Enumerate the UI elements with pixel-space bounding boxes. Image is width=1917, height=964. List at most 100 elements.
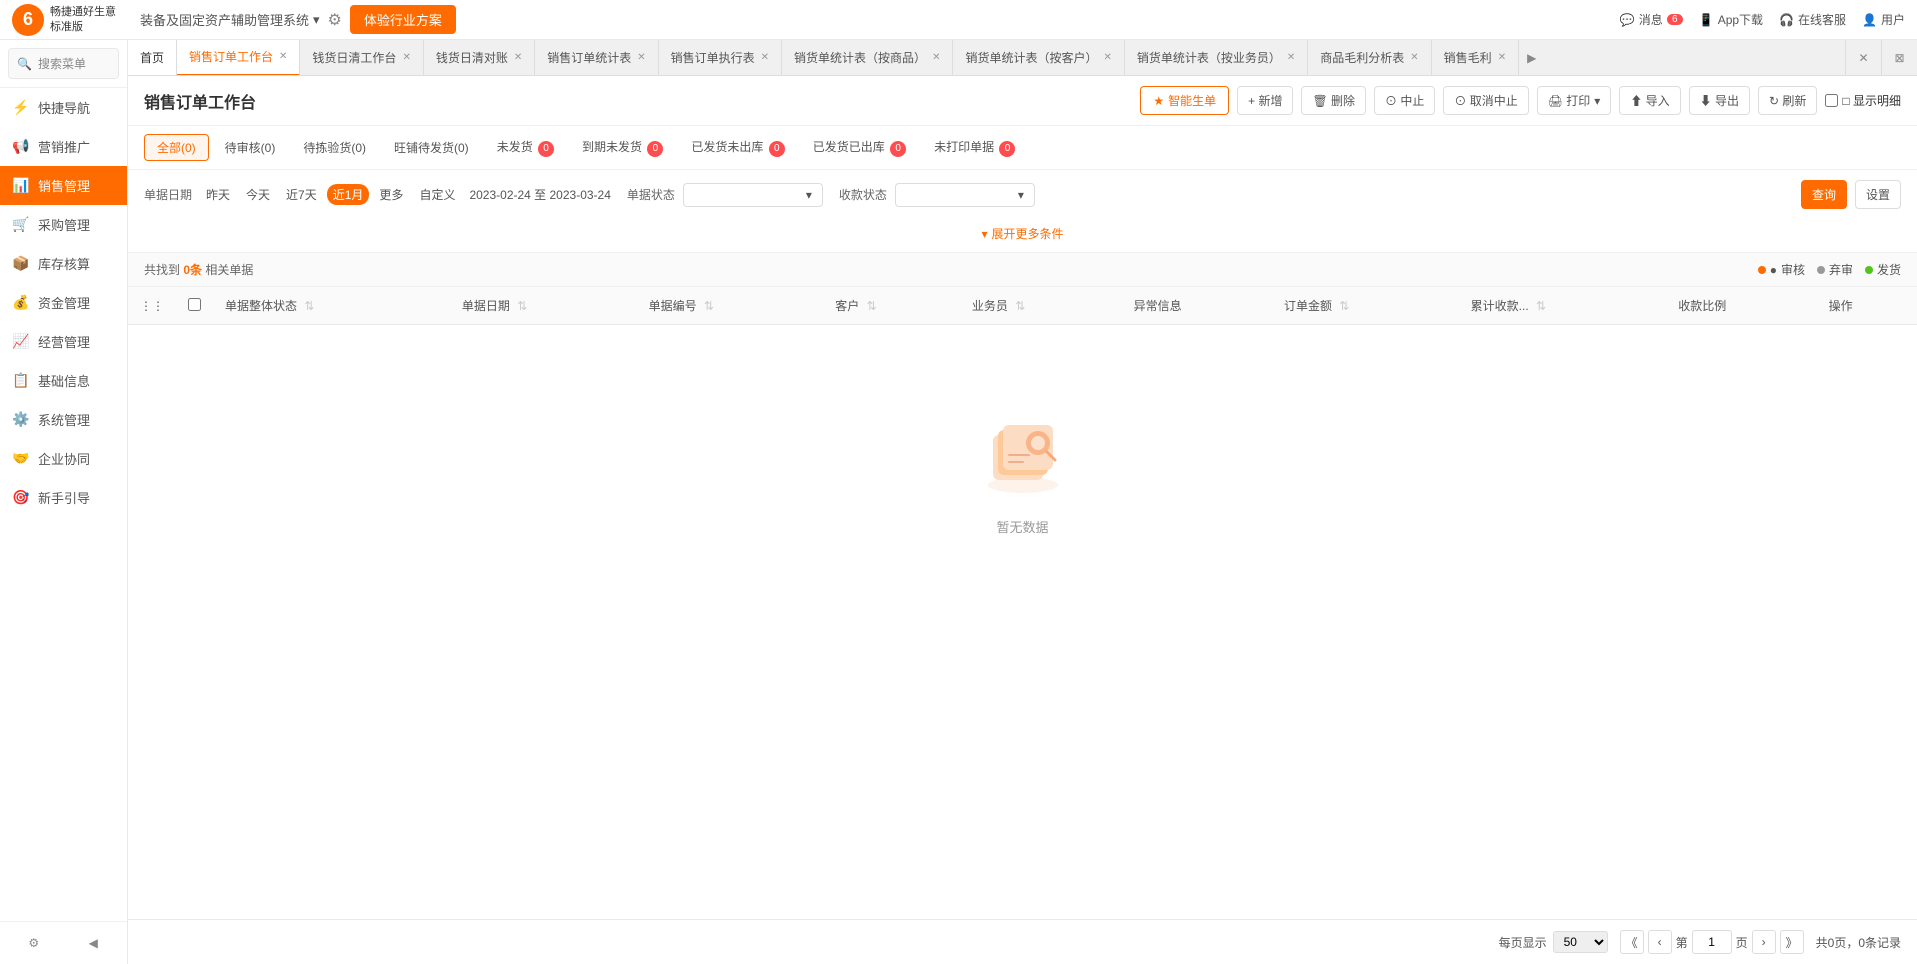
filter-tab-not-printed[interactable]: 未打印单据 0 xyxy=(922,134,1027,161)
date-today[interactable]: 今天 xyxy=(240,184,276,205)
sidebar-item-newbie[interactable]: 🎯 新手引导 xyxy=(0,478,127,517)
date-7days[interactable]: 近7天 xyxy=(280,184,323,205)
status-select[interactable]: ▾ xyxy=(683,183,823,207)
marketing-icon: 📢 xyxy=(12,138,30,155)
print-btn[interactable]: 🖨 打印 ▾ xyxy=(1537,86,1612,115)
system-title[interactable]: 装备及固定资产辅助管理系统 ▾ xyxy=(140,10,320,29)
date-1month[interactable]: 近1月 xyxy=(327,184,370,205)
cancel-action[interactable]: 弃审 xyxy=(1817,261,1853,278)
tab-sales-exec[interactable]: 销售订单执行表 ✕ xyxy=(659,40,782,76)
tab-close-sales-order[interactable]: ✕ xyxy=(279,51,287,62)
sort-collected-icon[interactable]: ⇅ xyxy=(1536,299,1546,313)
tab-close-daily-clear[interactable]: ✕ xyxy=(402,52,410,63)
add-btn[interactable]: + 新增 xyxy=(1237,86,1293,115)
sort-date-icon[interactable]: ⇅ xyxy=(517,299,527,313)
tab-more-btn[interactable]: ▶ xyxy=(1519,51,1544,65)
page-last-btn[interactable]: 》 xyxy=(1780,930,1804,954)
tab-sales-margin[interactable]: 销售毛利 ✕ xyxy=(1432,40,1519,76)
message-icon: 💬 xyxy=(1620,13,1635,27)
sort-salesperson-icon[interactable]: ⇅ xyxy=(1015,299,1025,313)
sidebar-item-basic-info[interactable]: 📋 基础信息 xyxy=(0,361,127,400)
delete-btn[interactable]: 🗑 删除 xyxy=(1301,86,1366,115)
filter-tab-pending-check[interactable]: 待拣验货(0) xyxy=(291,135,378,160)
sidebar-gear-icon: ⚙ xyxy=(28,936,39,950)
search-menu-btn[interactable]: 🔍 搜索菜单 xyxy=(8,48,119,79)
filter-tab-not-shipped[interactable]: 未发货 0 xyxy=(485,134,566,161)
import-btn[interactable]: ⬆ 导入 xyxy=(1619,86,1680,115)
page-input[interactable] xyxy=(1692,930,1732,954)
tab-action-close-current[interactable]: ✕ xyxy=(1845,40,1881,76)
tab-by-product[interactable]: 销货单统计表（按商品） ✕ xyxy=(782,40,953,76)
app-download-btn[interactable]: 📱 App下载 xyxy=(1699,11,1763,28)
th-checkbox[interactable] xyxy=(176,287,213,325)
smart-gen-btn[interactable]: ★ 智能生单 xyxy=(1140,86,1229,115)
page-next-btn[interactable]: › xyxy=(1752,930,1776,954)
sidebar-item-sales[interactable]: 📊 销售管理 xyxy=(0,166,127,205)
sort-number-icon[interactable]: ⇅ xyxy=(704,299,714,313)
sidebar-collapse-btn[interactable]: ◀ xyxy=(68,930,120,956)
page-first-btn[interactable]: 《 xyxy=(1620,930,1644,954)
sidebar-item-quick-nav[interactable]: ⚡ 快捷导航 xyxy=(0,88,127,127)
tab-sales-order[interactable]: 销售订单工作台 ✕ xyxy=(177,40,300,76)
refresh-btn[interactable]: ↻ 刷新 xyxy=(1758,86,1817,115)
sort-status-icon[interactable]: ⇅ xyxy=(304,299,314,313)
page-prev-btn[interactable]: ‹ xyxy=(1648,930,1672,954)
tab-close-by-salesperson[interactable]: ✕ xyxy=(1287,52,1295,63)
export-btn[interactable]: ⬇ 导出 xyxy=(1689,86,1750,115)
filter-settings-btn[interactable]: 设置 xyxy=(1855,180,1901,209)
sidebar-item-purchase[interactable]: 🛒 采购管理 xyxy=(0,205,127,244)
date-more[interactable]: 更多 xyxy=(373,184,409,205)
per-page-select[interactable]: 10 20 50 100 xyxy=(1553,931,1608,953)
industry-btn[interactable]: 体验行业方案 xyxy=(350,5,456,34)
date-custom[interactable]: 自定义 xyxy=(413,184,461,205)
query-btn[interactable]: 查询 xyxy=(1801,180,1847,209)
tab-close-margin[interactable]: ✕ xyxy=(1410,52,1418,63)
tab-action-close-all[interactable]: ⊠ xyxy=(1881,40,1917,76)
sort-amount-icon[interactable]: ⇅ xyxy=(1339,299,1349,313)
date-yesterday[interactable]: 昨天 xyxy=(200,184,236,205)
online-service-btn[interactable]: 🎧 在线客服 xyxy=(1779,11,1846,28)
sidebar-item-finance[interactable]: 💰 资金管理 xyxy=(0,283,127,322)
filter-tab-expired[interactable]: 到期未发货 0 xyxy=(570,134,675,161)
sidebar-item-system[interactable]: ⚙️ 系统管理 xyxy=(0,400,127,439)
sidebar-item-enterprise[interactable]: 🤝 企业协同 xyxy=(0,439,127,478)
empty-text: 暂无数据 xyxy=(996,517,1048,536)
tab-margin[interactable]: 商品毛利分析表 ✕ xyxy=(1308,40,1431,76)
tab-close-stats[interactable]: ✕ xyxy=(637,52,645,63)
ship-action[interactable]: 发货 xyxy=(1865,261,1901,278)
payment-select[interactable]: ▾ xyxy=(895,183,1035,207)
tab-home[interactable]: 首页 xyxy=(128,40,177,76)
tab-sales-stats[interactable]: 销售订单统计表 ✕ xyxy=(535,40,658,76)
stop-btn[interactable]: ⊙ 中止 xyxy=(1374,86,1435,115)
tab-by-salesperson[interactable]: 销货单统计表（按业务员） ✕ xyxy=(1125,40,1308,76)
sidebar-item-marketing[interactable]: 📢 营销推广 xyxy=(0,127,127,166)
filter-tab-pending[interactable]: 待审核(0) xyxy=(213,135,288,160)
tab-by-customer[interactable]: 销货单统计表（按客户） ✕ xyxy=(953,40,1124,76)
tab-close-sales-margin[interactable]: ✕ xyxy=(1498,52,1506,63)
tab-close-by-product[interactable]: ✕ xyxy=(932,52,940,63)
filter-tab-wangpu[interactable]: 旺铺待发货(0) xyxy=(382,135,481,160)
th-ratio: 收款比例 xyxy=(1666,287,1816,325)
tab-close-exec[interactable]: ✕ xyxy=(761,52,769,63)
user-icon: 👤 xyxy=(1862,13,1877,27)
sidebar-settings-btn[interactable]: ⚙ xyxy=(8,930,60,956)
filter-tab-all[interactable]: 全部(0) xyxy=(144,134,209,161)
empty-state-icon xyxy=(973,405,1073,505)
sidebar-item-operations[interactable]: 📈 经营管理 xyxy=(0,322,127,361)
filter-tab-shipped-out[interactable]: 已发货已出库 0 xyxy=(801,134,918,161)
filter-tab-shipped-not-out[interactable]: 已发货未出库 0 xyxy=(679,134,796,161)
tab-close-reconcile[interactable]: ✕ xyxy=(514,52,522,63)
sort-customer-icon[interactable]: ⇅ xyxy=(867,299,877,313)
settings-icon[interactable]: ⚙ xyxy=(328,10,342,30)
tab-daily-clear[interactable]: 钱货日清工作台 ✕ xyxy=(300,40,423,76)
user-btn[interactable]: 👤 用户 xyxy=(1862,11,1905,28)
cancel-stop-btn[interactable]: ⊙ 取消中止 xyxy=(1443,86,1528,115)
message-btn[interactable]: 💬 消息 6 xyxy=(1620,11,1683,28)
show-detail-checkbox[interactable] xyxy=(1825,94,1838,107)
tab-reconcile[interactable]: 钱货日清对账 ✕ xyxy=(424,40,535,76)
sidebar-item-inventory[interactable]: 📦 库存核算 xyxy=(0,244,127,283)
expand-conditions-btn[interactable]: ▾ 展开更多条件 xyxy=(981,225,1063,242)
tab-close-by-customer[interactable]: ✕ xyxy=(1103,52,1111,63)
review-action[interactable]: ● 审核 xyxy=(1758,261,1805,278)
select-all-checkbox[interactable] xyxy=(188,298,201,311)
